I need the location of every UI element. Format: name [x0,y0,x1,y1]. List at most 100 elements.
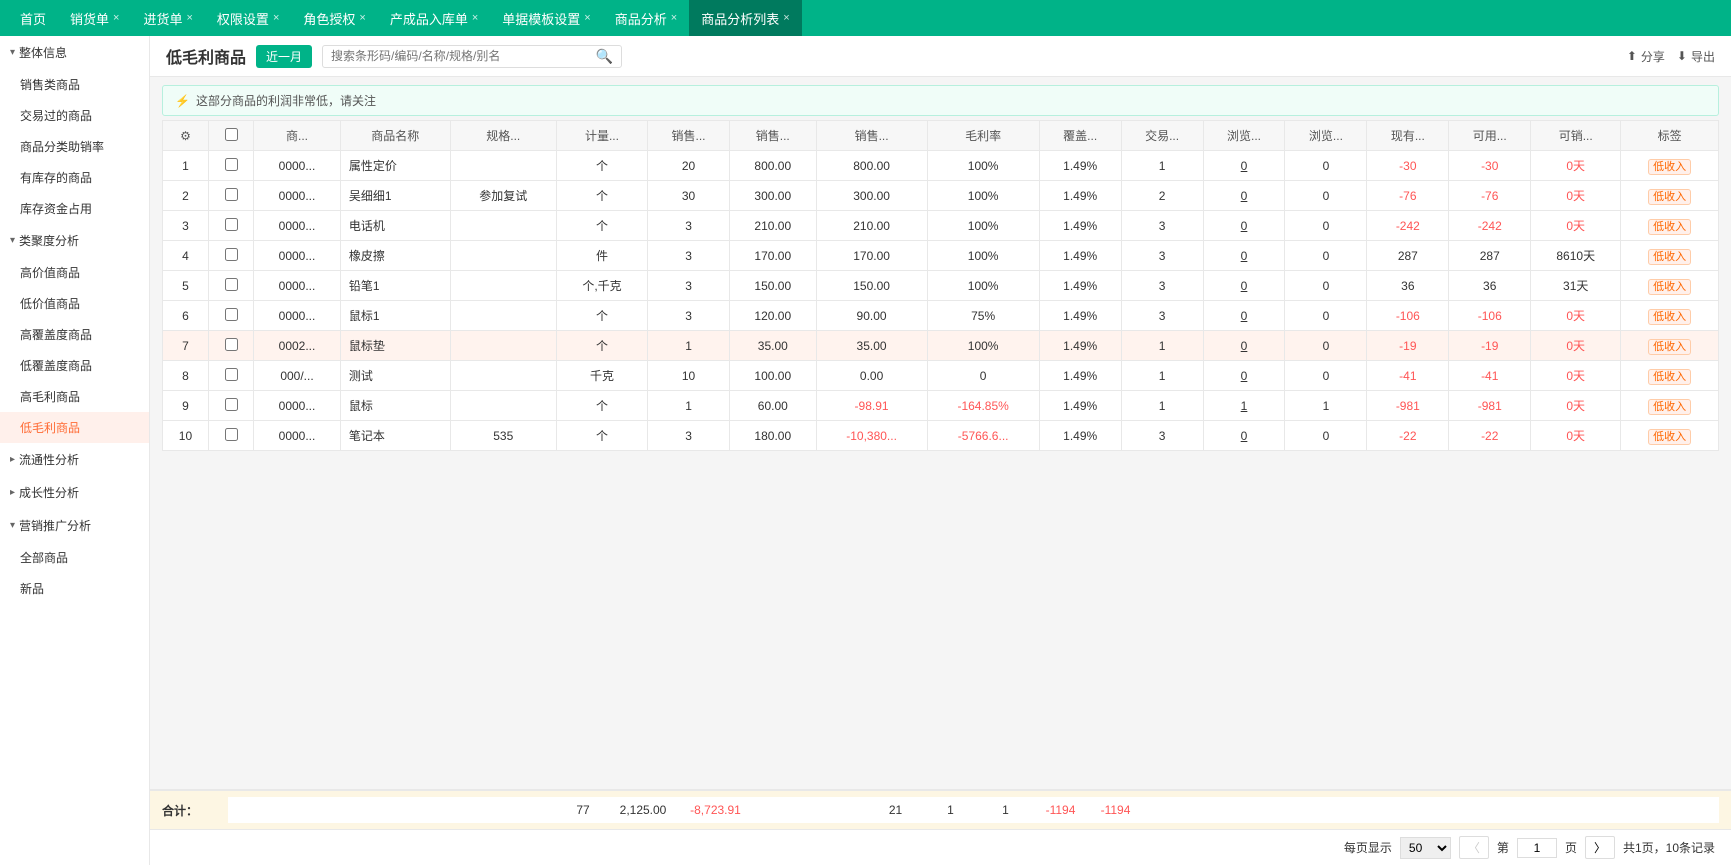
row-sales-qty: 3 [648,301,730,331]
expand-arrow-icon: ▾ [10,520,15,531]
row-name[interactable]: 电话机 [340,211,450,241]
sidebar-item-high-margin[interactable]: 高毛利商品 [0,381,149,412]
sidebar-group-overall[interactable]: ▾ 整体信息 [0,36,149,69]
page-number-input[interactable] [1517,838,1557,858]
sidebar-item-stock-capital[interactable]: 库存资金占用 [0,193,149,224]
row-name[interactable]: 属性定价 [340,151,450,181]
col-settings[interactable]: ⚙ [163,121,209,151]
sidebar-item-low-margin[interactable]: 低毛利商品 [0,412,149,443]
row-select-checkbox[interactable] [225,248,238,261]
row-name[interactable]: 铅笔1 [340,271,450,301]
select-all-checkbox[interactable] [225,128,238,141]
row-name[interactable]: 橡皮擦 [340,241,450,271]
row-select-checkbox[interactable] [225,338,238,351]
row-browse1[interactable]: 0 [1203,271,1285,301]
row-checkbox[interactable] [208,331,253,361]
sidebar-item-category-assist[interactable]: 商品分类助销率 [0,131,149,162]
row-sales-qty: 3 [648,211,730,241]
sidebar-group-circulation[interactable]: ▸ 流通性分析 [0,443,149,476]
row-browse1[interactable]: 0 [1203,211,1285,241]
close-icon[interactable]: × [113,12,119,24]
close-icon[interactable]: × [359,12,365,24]
row-browse1[interactable]: 0 [1203,181,1285,211]
row-select-checkbox[interactable] [225,308,238,321]
close-icon[interactable]: × [186,12,192,24]
row-available: -41 [1449,361,1531,391]
row-name[interactable]: 测试 [340,361,450,391]
row-browse1[interactable]: 0 [1203,421,1285,451]
row-transactions: 2 [1121,181,1203,211]
export-button[interactable]: ⬇ 导出 [1677,48,1715,65]
sidebar-group-growth[interactable]: ▸ 成长性分析 [0,476,149,509]
nav-product-analysis-list[interactable]: 商品分析列表 × [689,0,801,36]
row-select-checkbox[interactable] [225,188,238,201]
row-browse1[interactable]: 1 [1203,391,1285,421]
row-select-checkbox[interactable] [225,218,238,231]
row-checkbox[interactable] [208,181,253,211]
sidebar-item-high-value[interactable]: 高价值商品 [0,257,149,288]
row-select-checkbox[interactable] [225,368,238,381]
sidebar-item-low-coverage[interactable]: 低覆盖度商品 [0,350,149,381]
row-name[interactable]: 吴细细1 [340,181,450,211]
row-transactions: 3 [1121,211,1203,241]
row-browse1[interactable]: 0 [1203,331,1285,361]
row-code: 000/... [254,361,341,391]
close-icon[interactable]: × [584,12,590,24]
nav-permission[interactable]: 权限设置 × [205,0,291,36]
sidebar-item-sales-products[interactable]: 销售类商品 [0,69,149,100]
row-name[interactable]: 鼠标垫 [340,331,450,361]
page-size-select[interactable]: 50 100 200 [1400,837,1451,859]
row-name[interactable]: 鼠标1 [340,301,450,331]
search-input[interactable] [331,49,596,63]
row-checkbox[interactable] [208,301,253,331]
sidebar-item-all-products[interactable]: 全部商品 [0,542,149,573]
table-row: 10 0000... 笔记本 535 个 3 180.00 -10,380...… [163,421,1719,451]
row-name[interactable]: 鼠标 [340,391,450,421]
row-checkbox[interactable] [208,241,253,271]
close-icon[interactable]: × [783,12,789,24]
row-select-checkbox[interactable] [225,428,238,441]
nav-role-auth[interactable]: 角色授权 × [291,0,377,36]
col-checkbox[interactable] [208,121,253,151]
nav-product-analysis[interactable]: 商品分析 × [603,0,689,36]
sidebar-group-marketing[interactable]: ▾ 营销推广分析 [0,509,149,542]
sidebar-item-low-value[interactable]: 低价值商品 [0,288,149,319]
row-checkbox[interactable] [208,391,253,421]
row-name[interactable]: 笔记本 [340,421,450,451]
next-page-button[interactable]: 〉 [1585,836,1615,859]
row-transactions: 3 [1121,241,1203,271]
filter-period-button[interactable]: 近一月 [256,45,312,68]
sidebar-item-high-coverage[interactable]: 高覆盖度商品 [0,319,149,350]
row-checkbox[interactable] [208,361,253,391]
close-icon[interactable]: × [472,12,478,24]
row-browse1[interactable]: 0 [1203,241,1285,271]
table-header-row: ⚙ 商... 商品名称 规格... 计量... 销售... 销售... 销售..… [163,121,1719,151]
row-browse1[interactable]: 0 [1203,301,1285,331]
row-browse1[interactable]: 0 [1203,151,1285,181]
nav-home[interactable]: 首页 [8,0,58,36]
row-select-checkbox[interactable] [225,158,238,171]
prev-page-button[interactable]: 〈 [1459,836,1489,859]
row-select-checkbox[interactable] [225,398,238,411]
sidebar-item-new-products[interactable]: 新品 [0,573,149,604]
nav-sales-order[interactable]: 销货单 × [58,0,131,36]
row-checkbox[interactable] [208,421,253,451]
row-checkbox[interactable] [208,271,253,301]
row-select-checkbox[interactable] [225,278,238,291]
sidebar-item-stock-products[interactable]: 有库存的商品 [0,162,149,193]
nav-product-instock[interactable]: 产成品入库单 × [378,0,490,36]
row-current: 36 [1367,271,1449,301]
row-available: 36 [1449,271,1531,301]
row-checkbox[interactable] [208,211,253,241]
close-icon[interactable]: × [671,12,677,24]
row-checkbox[interactable] [208,151,253,181]
row-code: 0000... [254,421,341,451]
row-browse1[interactable]: 0 [1203,361,1285,391]
sidebar-item-traded-products[interactable]: 交易过的商品 [0,100,149,131]
nav-template-setting[interactable]: 单据模板设置 × [490,0,602,36]
row-tag: 低收入 [1621,361,1719,391]
close-icon[interactable]: × [273,12,279,24]
share-button[interactable]: ⬆ 分享 [1627,48,1665,65]
sidebar-group-cluster[interactable]: ▾ 类聚度分析 [0,224,149,257]
nav-purchase-order[interactable]: 进货单 × [131,0,204,36]
